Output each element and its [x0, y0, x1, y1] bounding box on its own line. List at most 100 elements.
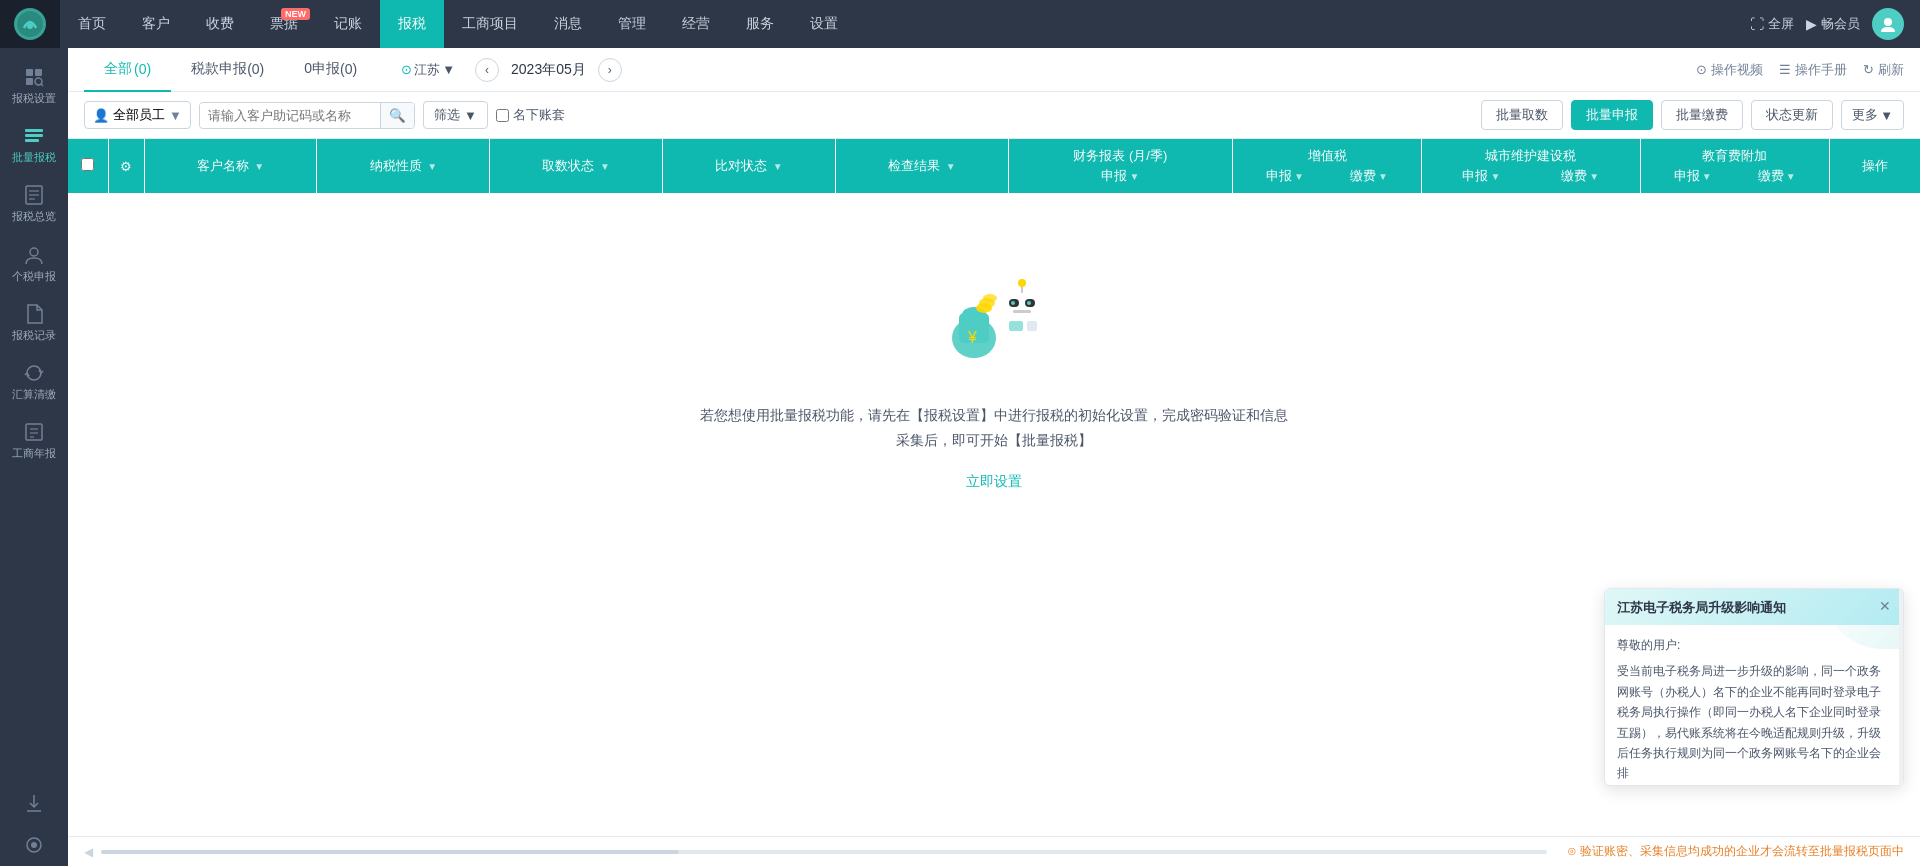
manual-icon: ☰: [1779, 62, 1791, 77]
toolbar: 👤 全部员工 ▼ 🔍 筛选 ▼ 名下账套 批量取数 批量申报 批量缴费 状态更新: [68, 92, 1920, 139]
th-fetch-status: 取数状态 ▼: [490, 139, 663, 193]
logo-icon: [14, 8, 46, 40]
robot-illustration: ¥: [929, 253, 1059, 383]
sidebar-bottom: [0, 782, 68, 866]
nav-message[interactable]: 消息: [536, 0, 600, 48]
nav-accounting[interactable]: 记账: [316, 0, 380, 48]
tab-all[interactable]: 全部(0): [84, 48, 171, 92]
more-btn[interactable]: 更多 ▼: [1841, 100, 1904, 130]
filter-btn[interactable]: 筛选 ▼: [423, 101, 488, 129]
region-select[interactable]: ⊙ 江苏 ▼: [401, 61, 455, 79]
tax-setup-icon: [23, 66, 45, 88]
svg-line-7: [41, 84, 43, 86]
logo[interactable]: [0, 0, 60, 48]
date-next-btn[interactable]: ›: [598, 58, 622, 82]
settings-gear-icon[interactable]: ⚙: [120, 159, 132, 174]
video-btn[interactable]: ⊙ 操作视频: [1696, 61, 1763, 79]
notification-close-btn[interactable]: ✕: [1879, 599, 1891, 613]
horizontal-scrollbar[interactable]: [101, 850, 1547, 854]
nav-billing[interactable]: 收费: [188, 0, 252, 48]
notification-content: 受当前电子税务局进一步升级的影响，同一个政务网账号（办税人）名下的企业不能再同时…: [1617, 661, 1891, 783]
nav-tax[interactable]: 报税: [380, 0, 444, 48]
employee-select[interactable]: 👤 全部员工 ▼: [84, 101, 191, 129]
batch-declare-btn[interactable]: 批量申报: [1571, 100, 1653, 130]
nav-invoice[interactable]: 票据 NEW: [252, 0, 316, 48]
th-tax-type: 纳税性质 ▼: [317, 139, 490, 193]
sidebar-item-batch-tax[interactable]: 批量报税: [0, 115, 68, 174]
status-update-btn[interactable]: 状态更新: [1751, 100, 1833, 130]
notification-scrollbar[interactable]: [1899, 589, 1903, 785]
batch-pay-btn[interactable]: 批量缴费: [1661, 100, 1743, 130]
sidebar-item-tax-record[interactable]: 报税记录: [0, 293, 68, 352]
compare-filter-icon[interactable]: ▼: [773, 161, 783, 172]
nav-right: ⛶ 全屏 ▶ 畅会员: [1750, 8, 1920, 40]
setup-link[interactable]: 立即设置: [966, 473, 1022, 491]
tab-zero-declaration[interactable]: 0申报(0): [284, 48, 377, 92]
sidebar-item-tax-setup[interactable]: 报税设置: [0, 56, 68, 115]
tax-record-label: 报税记录: [12, 329, 56, 342]
sidebar-item-clearing[interactable]: 汇算清缴: [0, 352, 68, 411]
scroll-thumb: [101, 850, 679, 854]
select-all-checkbox[interactable]: [81, 158, 94, 171]
svg-rect-34: [1011, 301, 1015, 305]
date-display: 2023年05月: [511, 61, 586, 79]
account-checkbox[interactable]: [496, 109, 509, 122]
checkbox-label[interactable]: 名下账套: [496, 106, 565, 124]
nav-operation[interactable]: 经营: [664, 0, 728, 48]
sidebar-item-download[interactable]: [0, 782, 68, 824]
refresh-btn[interactable]: ↻ 刷新: [1863, 61, 1904, 79]
fullscreen-btn[interactable]: ⛶ 全屏: [1750, 15, 1794, 33]
svg-rect-5: [26, 78, 33, 85]
svg-point-44: [1018, 279, 1026, 287]
customer-filter-icon[interactable]: ▼: [254, 161, 264, 172]
sidebar-item-user-setting[interactable]: [0, 824, 68, 866]
fetch-status-filter-icon[interactable]: ▼: [600, 161, 610, 172]
clearing-icon: [23, 362, 45, 384]
financial-declare-sub: 申报▼: [1101, 167, 1139, 185]
sidebar-item-annual-report[interactable]: 工商年报: [0, 411, 68, 470]
svg-point-22: [31, 842, 37, 848]
empty-state: ¥: [68, 193, 1920, 531]
tax-setup-label: 报税设置: [12, 92, 56, 105]
status-bar: ◀ ⊙ 验证账密、采集信息均成功的企业才会流转至批量报税页面中: [68, 836, 1920, 866]
nav-items: 首页 客户 收费 票据 NEW 记账 报税 工商项目 消息 管理 经营 服务 设…: [60, 0, 1750, 48]
notification-header: 江苏电子税务局升级影响通知 ✕: [1605, 589, 1903, 625]
annual-report-label: 工商年报: [12, 447, 56, 460]
manual-btn[interactable]: ☰ 操作手册: [1779, 61, 1847, 79]
user-avatar[interactable]: [1872, 8, 1904, 40]
date-prev-btn[interactable]: ‹: [475, 58, 499, 82]
region-chevron: ▼: [442, 62, 455, 77]
svg-point-29: [983, 294, 997, 302]
th-check-result: 检查结果 ▼: [835, 139, 1008, 193]
video-icon: ⊙: [1696, 62, 1707, 77]
batch-fetch-btn[interactable]: 批量取数: [1481, 100, 1563, 130]
check-filter-icon[interactable]: ▼: [946, 161, 956, 172]
svg-rect-35: [1027, 301, 1031, 305]
empty-text: 若您想使用批量报税功能，请先在【报税设置】中进行报税的初始化设置，完成密码验证和…: [694, 403, 1294, 453]
svg-rect-10: [25, 139, 39, 142]
new-badge: NEW: [281, 8, 310, 20]
th-financial-report: 财务报表 (月/季) 申报▼: [1008, 139, 1232, 193]
filter-chevron: ▼: [464, 108, 477, 123]
main-table: ⚙ 客户名称 ▼ 纳税性质 ▼ 取数状态 ▼: [68, 139, 1920, 531]
tab-tax-declaration[interactable]: 税款申报(0): [171, 48, 284, 92]
th-operation: 操作: [1829, 139, 1920, 193]
nav-business[interactable]: 工商项目: [444, 0, 536, 48]
sidebar-item-tax-summary[interactable]: 报税总览: [0, 174, 68, 233]
search-button[interactable]: 🔍: [380, 103, 414, 128]
nav-service[interactable]: 服务: [728, 0, 792, 48]
search-input[interactable]: [200, 104, 380, 127]
tax-record-icon: [23, 303, 45, 325]
nav-settings[interactable]: 设置: [792, 0, 856, 48]
nav-customer[interactable]: 客户: [124, 0, 188, 48]
sidebar-item-personal-tax[interactable]: 个税申报: [0, 234, 68, 293]
tax-type-filter-icon[interactable]: ▼: [427, 161, 437, 172]
notification-body: 尊敬的用户: 受当前电子税务局进一步升级的影响，同一个政务网账号（办税人）名下的…: [1605, 625, 1903, 785]
svg-rect-39: [989, 313, 1003, 319]
search-wrap: 🔍: [199, 102, 415, 129]
th-settings: ⚙: [108, 139, 144, 193]
nav-management[interactable]: 管理: [600, 0, 664, 48]
nav-home[interactable]: 首页: [60, 0, 124, 48]
membership-btn[interactable]: ▶ 畅会员: [1806, 15, 1860, 33]
more-chevron: ▼: [1880, 108, 1893, 123]
